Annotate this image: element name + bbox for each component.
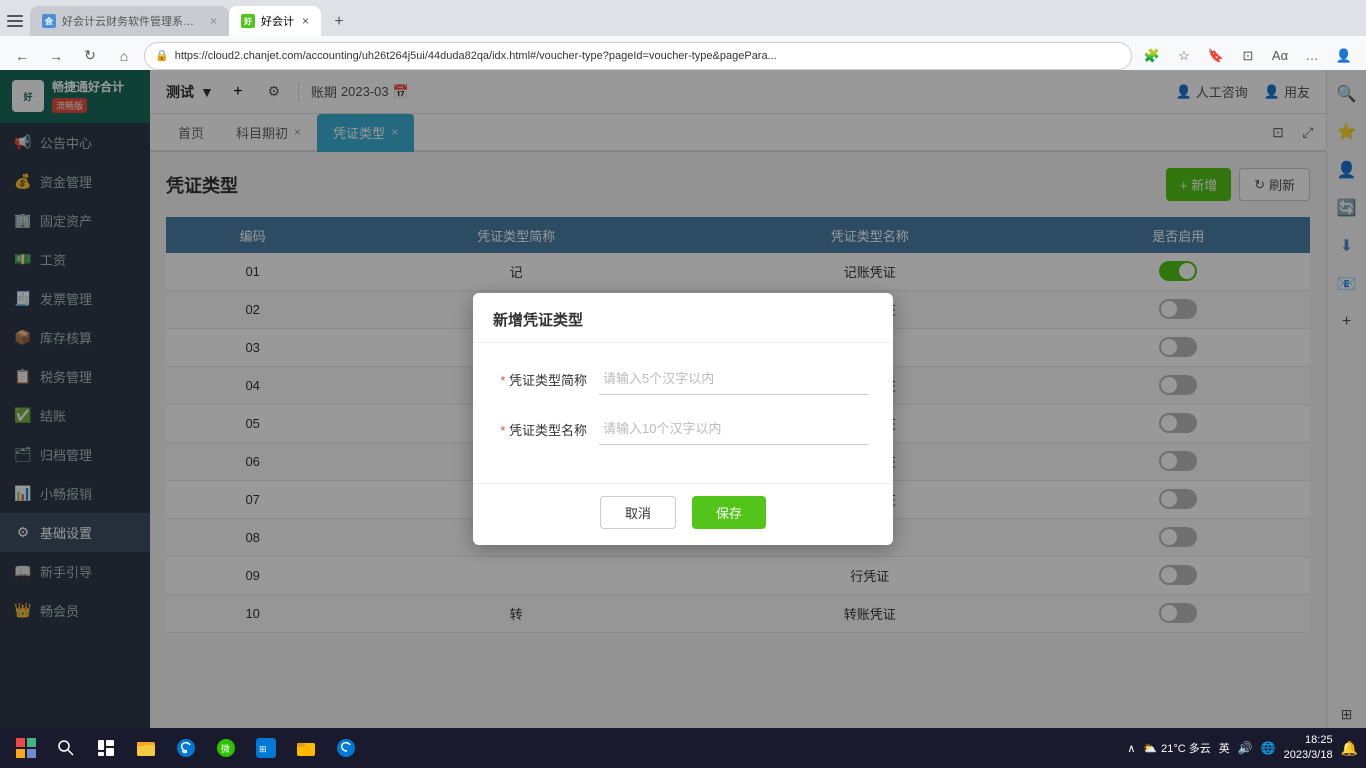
taskbar-edge-icon-2[interactable]	[328, 730, 364, 766]
refresh-button[interactable]: ↻	[76, 42, 104, 70]
svg-text:微: 微	[221, 743, 230, 754]
back-button[interactable]: ←	[8, 42, 36, 70]
taskbar-store-icon[interactable]: ⊞	[248, 730, 284, 766]
weather-icon: ⛅	[1143, 742, 1157, 755]
modal-footer: 取消 保存	[473, 483, 893, 545]
taskbar-search-icon[interactable]	[48, 730, 84, 766]
taskbar-right: ∧ ⛅ 21°C 多云 英 🔊 🌐 18:25 2023/3/18 🔔	[1127, 733, 1358, 764]
address-bar[interactable]: 🔒 https://cloud2.chanjet.com/accounting/…	[144, 42, 1132, 70]
cancel-button[interactable]: 取消	[600, 496, 676, 529]
browser-tab-close-1[interactable]: ×	[210, 14, 217, 28]
browser-tab-2[interactable]: 好 好会计 ×	[229, 6, 321, 36]
taskbar-wechat-icon[interactable]: 微	[208, 730, 244, 766]
toolbar-right-icons: 🧩 ☆ 🔖 ⊡ Aα … 👤	[1138, 42, 1358, 70]
taskbar-start-button[interactable]	[8, 730, 44, 766]
browser-tab-favicon-2: 好	[241, 14, 255, 28]
form-row-short: 凭证类型简称	[497, 363, 869, 395]
browser-sidebar-toggle[interactable]	[0, 6, 30, 36]
taskbar-notification-icon[interactable]: 🔔	[1341, 740, 1358, 757]
browser-tab-bar: 会 好会计云财务软件管理系统_会计 × 好 好会计 × +	[0, 0, 1366, 36]
new-tab-button[interactable]: +	[325, 8, 353, 36]
favorites-button[interactable]: ☆	[1170, 42, 1198, 70]
field-short-label: 凭证类型简称	[497, 370, 587, 389]
taskbar-file-explorer-icon[interactable]	[128, 730, 164, 766]
browser-chrome: 会 好会计云财务软件管理系统_会计 × 好 好会计 × + ← → ↻ ⌂ 🔒 …	[0, 0, 1366, 70]
browser-tab-title-1: 好会计云财务软件管理系统_会计	[62, 13, 202, 29]
modal-title: 新增凭证类型	[493, 312, 583, 329]
add-voucher-type-modal: 新增凭证类型 凭证类型简称 凭证类型名称 取消 保存	[473, 293, 893, 545]
home-button[interactable]: ⌂	[110, 42, 138, 70]
modal-overlay: 新增凭证类型 凭证类型简称 凭证类型名称 取消 保存	[0, 70, 1366, 768]
lang-text: 英	[1219, 743, 1230, 755]
lock-icon: 🔒	[155, 49, 169, 62]
taskbar-taskview-icon[interactable]	[88, 730, 124, 766]
field-short-input[interactable]	[599, 363, 869, 395]
taskbar-date-text: 2023/3/18	[1284, 748, 1333, 763]
modal-body: 凭证类型简称 凭证类型名称	[473, 343, 893, 483]
taskbar-network-icon[interactable]: 🌐	[1261, 741, 1276, 755]
split-view-button[interactable]: ⊡	[1234, 42, 1262, 70]
taskbar-system-tray: ∧	[1127, 742, 1135, 755]
browser-tab-close-2[interactable]: ×	[302, 14, 309, 28]
taskbar-weather[interactable]: ⛅ 21°C 多云	[1143, 740, 1210, 756]
taskbar-up-arrow[interactable]: ∧	[1127, 742, 1135, 755]
taskbar: 微 ⊞ ∧ ⛅ 21°C 多云 英 🔊 🌐 18:25 2023/3/18 🔔	[0, 728, 1366, 768]
taskbar-time-text: 18:25	[1284, 733, 1333, 748]
extensions-button[interactable]: 🧩	[1138, 42, 1166, 70]
field-name-label: 凭证类型名称	[497, 420, 587, 439]
svg-text:⊞: ⊞	[259, 744, 267, 754]
taskbar-sound-icon[interactable]: 🔊	[1238, 741, 1253, 755]
form-row-name: 凭证类型名称	[497, 413, 869, 445]
taskbar-edge-icon[interactable]	[168, 730, 204, 766]
browser-profile-button[interactable]: 👤	[1330, 42, 1358, 70]
taskbar-lang[interactable]: 英	[1219, 740, 1230, 756]
browser-settings-button[interactable]: …	[1298, 42, 1326, 70]
taskbar-clock[interactable]: 18:25 2023/3/18	[1284, 733, 1333, 764]
forward-button[interactable]: →	[42, 42, 70, 70]
read-aloud-button[interactable]: Aα	[1266, 42, 1294, 70]
weather-text: 21°C 多云	[1161, 740, 1211, 756]
modal-header: 新增凭证类型	[473, 293, 893, 343]
collections-button[interactable]: 🔖	[1202, 42, 1230, 70]
address-text: https://cloud2.chanjet.com/accounting/uh…	[175, 50, 777, 62]
taskbar-folder-icon[interactable]	[288, 730, 324, 766]
field-name-input[interactable]	[599, 413, 869, 445]
browser-tab-1[interactable]: 会 好会计云财务软件管理系统_会计 ×	[30, 6, 229, 36]
browser-tab-title-2: 好会计	[261, 13, 294, 29]
save-button[interactable]: 保存	[692, 496, 766, 529]
browser-tab-favicon-1: 会	[42, 14, 56, 28]
